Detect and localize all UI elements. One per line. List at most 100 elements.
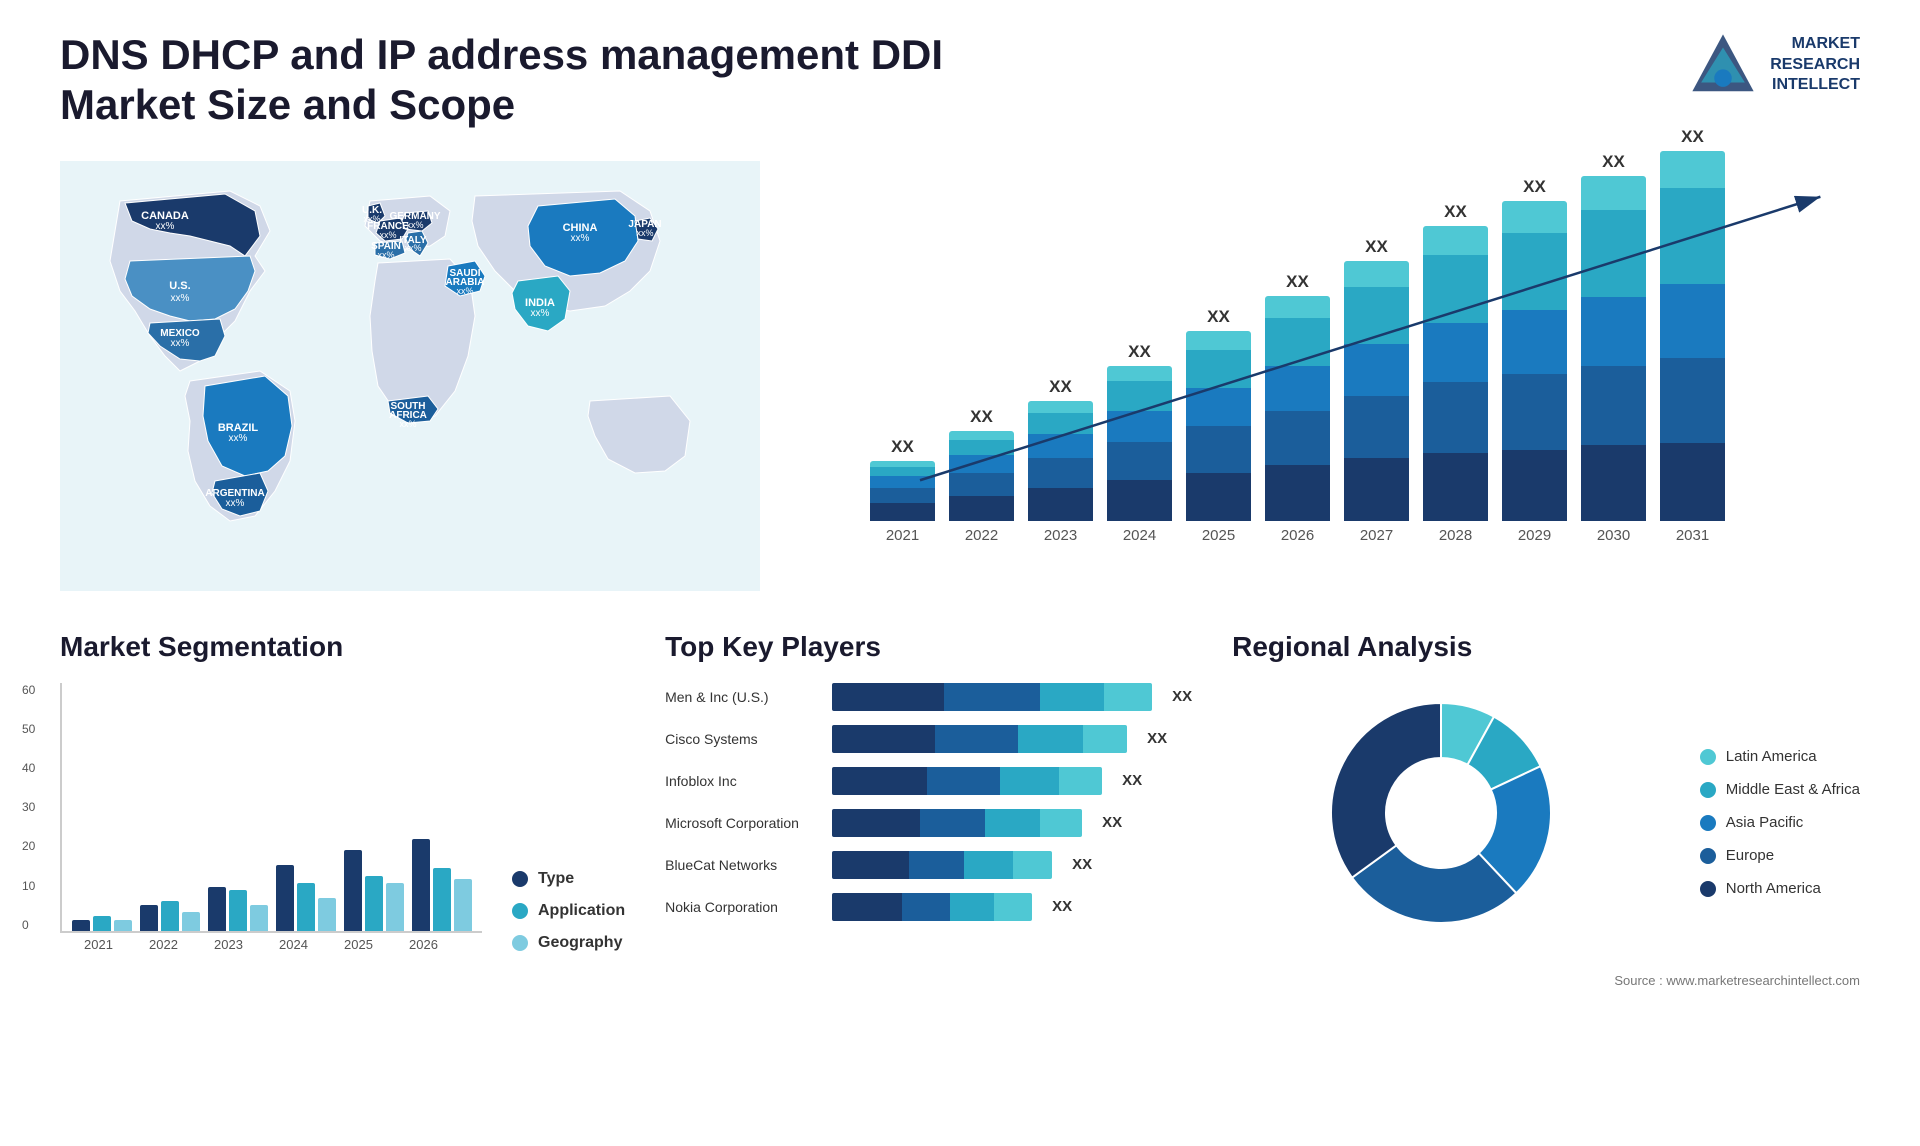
svg-text:xx%: xx% <box>156 221 175 232</box>
player-bar-seg-1 <box>935 725 1018 753</box>
svg-text:xx%: xx% <box>226 498 245 509</box>
bar-segment-4 <box>1423 226 1488 256</box>
bar-segment-1 <box>1581 366 1646 445</box>
bar-segment-2 <box>870 476 935 488</box>
seg-legend-item-Geography: Geography <box>512 934 625 952</box>
player-bar-seg-0 <box>832 893 902 921</box>
logo-line-3: INTELLECT <box>1770 75 1860 96</box>
growth-bar-stack-2029 <box>1502 201 1567 521</box>
bar-segment-2 <box>1265 366 1330 411</box>
seg-legend-dot <box>512 871 528 887</box>
player-value: XX <box>1052 898 1072 915</box>
player-row-BlueCat_Networks: BlueCat NetworksXX <box>665 851 1192 879</box>
player-bar-seg-0 <box>832 809 920 837</box>
bar-segment-1 <box>1028 458 1093 488</box>
player-bar-container <box>832 683 1152 711</box>
bar-segment-2 <box>1660 284 1725 358</box>
bar-segment-2 <box>949 455 1014 473</box>
bar-segment-3 <box>870 467 935 476</box>
seg-x-label-2021: 2021 <box>70 937 127 952</box>
regional-legend-item-Europe: Europe <box>1700 847 1860 864</box>
svg-text:xx%: xx% <box>456 286 473 296</box>
bar-segment-2 <box>1028 434 1093 458</box>
seg-bar-1-2025 <box>365 876 383 931</box>
seg-x-label-2024: 2024 <box>265 937 322 952</box>
seg-bar-0-2023 <box>208 887 226 931</box>
logo-text: MARKET RESEARCH INTELLECT <box>1770 34 1860 96</box>
bar-segment-3 <box>1186 350 1251 388</box>
player-bar-seg-1 <box>909 851 964 879</box>
logo-area: MARKET RESEARCH INTELLECT <box>1688 30 1860 100</box>
logo-icon <box>1688 30 1758 100</box>
regional-legend-item-Latin_America: Latin America <box>1700 748 1860 765</box>
seg-bar-0-2026 <box>412 839 430 931</box>
growth-bar-group-2026: XX <box>1265 272 1330 521</box>
seg-bar-2-2026 <box>454 879 472 930</box>
regional-legend: Latin America Middle East & Africa Asia … <box>1700 748 1860 897</box>
player-bar-seg-3 <box>1040 809 1083 837</box>
bar-segment-0 <box>1581 445 1646 521</box>
seg-bar-0-2024 <box>276 865 294 931</box>
svg-text:xx%: xx% <box>379 230 396 240</box>
svg-text:xx%: xx% <box>399 419 416 429</box>
player-bar-seg-3 <box>994 893 1032 921</box>
bar-segment-3 <box>1344 287 1409 344</box>
growth-bar-stack-2031 <box>1660 151 1725 521</box>
seg-legend-label: Type <box>538 870 574 888</box>
growth-bar-stack-2021 <box>870 461 935 521</box>
growth-x-label-2031: 2031 <box>1660 527 1725 544</box>
seg-y-30: 30 <box>22 800 35 814</box>
growth-bar-label-2025: XX <box>1207 307 1230 327</box>
player-value: XX <box>1072 856 1092 873</box>
growth-bar-group-2029: XX <box>1502 177 1567 521</box>
bar-segment-0 <box>1423 453 1488 521</box>
donut-chart <box>1311 683 1591 963</box>
seg-bar-0-2022 <box>140 905 158 931</box>
growth-x-label-2030: 2030 <box>1581 527 1646 544</box>
player-name: Cisco Systems <box>665 731 820 747</box>
seg-bar-1-2024 <box>297 883 315 931</box>
player-bar-seg-0 <box>832 725 935 753</box>
bar-segment-0 <box>1344 458 1409 520</box>
bar-segment-3 <box>1028 413 1093 435</box>
player-row-Microsoft_Corporation: Microsoft CorporationXX <box>665 809 1192 837</box>
seg-x-label-2026: 2026 <box>395 937 452 952</box>
regional-legend-dot <box>1700 848 1716 864</box>
seg-x-label-2025: 2025 <box>330 937 387 952</box>
map-section: CANADA xx% U.S. xx% MEXICO xx% BRAZIL xx… <box>60 161 760 591</box>
seg-bar-1-2022 <box>161 901 179 930</box>
seg-bar-1-2026 <box>433 868 451 930</box>
bar-segment-0 <box>1502 450 1567 520</box>
growth-bar-group-2027: XX <box>1344 237 1409 521</box>
player-value: XX <box>1172 688 1192 705</box>
bar-segment-2 <box>1502 310 1567 374</box>
seg-y-10: 10 <box>22 879 35 893</box>
growth-bar-group-2024: XX <box>1107 342 1172 521</box>
bar-segment-3 <box>1265 318 1330 365</box>
growth-bar-label-2030: XX <box>1602 152 1625 172</box>
regional-legend-dot <box>1700 782 1716 798</box>
seg-bar-0-2025 <box>344 850 362 931</box>
player-bar-seg-1 <box>902 893 950 921</box>
player-bar-seg-1 <box>920 809 985 837</box>
growth-bar-stack-2022 <box>949 431 1014 521</box>
svg-text:xx%: xx% <box>531 308 550 319</box>
bar-segment-4 <box>1502 201 1567 233</box>
bar-segment-2 <box>1581 297 1646 366</box>
growth-bar-group-2023: XX <box>1028 377 1093 521</box>
svg-text:xx%: xx% <box>171 338 190 349</box>
donut-svg <box>1311 683 1571 943</box>
growth-bar-label-2027: XX <box>1365 237 1388 257</box>
seg-y-40: 40 <box>22 761 35 775</box>
growth-bar-label-2023: XX <box>1049 377 1072 397</box>
seg-bar-2-2025 <box>386 883 404 931</box>
growth-x-label-2028: 2028 <box>1423 527 1488 544</box>
growth-x-label-2024: 2024 <box>1107 527 1172 544</box>
seg-legend-item-Type: Type <box>512 870 625 888</box>
player-bar-seg-1 <box>944 683 1040 711</box>
seg-bar-group-2021 <box>72 916 132 931</box>
regional-legend-label: Middle East & Africa <box>1726 781 1860 798</box>
seg-bar-group-2025 <box>344 850 404 931</box>
logo-line-1: MARKET <box>1770 34 1860 55</box>
seg-legend-label: Geography <box>538 934 622 952</box>
